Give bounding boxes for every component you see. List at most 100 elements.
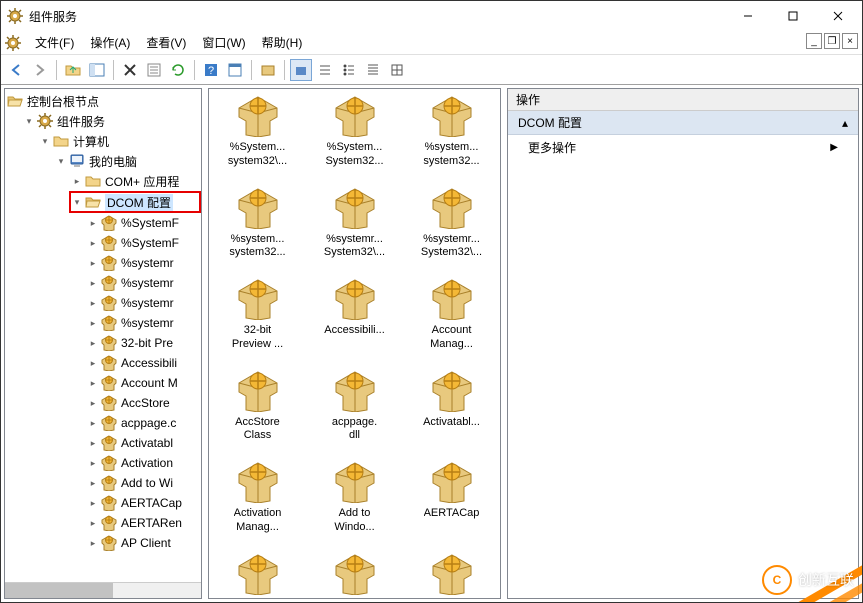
grid-item[interactable]: acppage. dll [308, 370, 401, 444]
menu-help[interactable]: 帮助(H) [254, 32, 311, 53]
tree-dcom-config[interactable]: ▾ DCOM 配置 [69, 191, 201, 213]
grid-item[interactable]: %System... System32... [308, 95, 401, 169]
component-icon [101, 395, 117, 411]
tree-item[interactable]: ▸%SystemF [85, 213, 201, 233]
grid-item[interactable]: Add to Windo... [308, 461, 401, 535]
chevron-right-icon[interactable]: ▸ [87, 457, 99, 469]
grid-item[interactable]: %systemr... System32\... [308, 187, 401, 261]
mdi-minimize-button[interactable]: _ [806, 33, 822, 49]
tree-item[interactable]: ▸%systemr [85, 293, 201, 313]
chevron-right-icon[interactable]: ▸ [87, 337, 99, 349]
view-mode-2-button[interactable] [314, 59, 336, 81]
grid-item[interactable]: Accessibili... [308, 278, 401, 352]
collapse-icon[interactable]: ▴ [842, 116, 848, 130]
chevron-right-icon[interactable]: ▸ [87, 477, 99, 489]
mdi-close-button[interactable]: × [842, 33, 858, 49]
chevron-right-icon[interactable]: ▸ [87, 217, 99, 229]
grid-item[interactable]: %System... system32\... [211, 95, 304, 169]
tree-item[interactable]: ▸%SystemF [85, 233, 201, 253]
grid-item[interactable]: Account Manag... [405, 278, 498, 352]
chevron-down-icon[interactable]: ▾ [39, 135, 51, 147]
chevron-right-icon[interactable]: ▸ [71, 175, 83, 187]
tree-com-apps[interactable]: ▸ COM+ 应用程 [69, 171, 201, 191]
delete-button[interactable] [119, 59, 141, 81]
view-mode-5-button[interactable] [386, 59, 408, 81]
view-mode-1-button[interactable] [290, 59, 312, 81]
grid-item[interactable]: AccStore Class [211, 370, 304, 444]
tree-item[interactable]: ▸%systemr [85, 313, 201, 333]
grid-item[interactable]: 32-bit Preview ... [211, 278, 304, 352]
chevron-down-icon[interactable]: ▾ [23, 115, 35, 127]
chevron-right-icon[interactable]: ▸ [87, 517, 99, 529]
component-icon [431, 95, 473, 137]
menu-view[interactable]: 查看(V) [138, 32, 194, 53]
chevron-right-icon[interactable]: ▸ [87, 377, 99, 389]
menu-file[interactable]: 文件(F) [27, 32, 82, 53]
help-button[interactable]: ? [200, 59, 222, 81]
chevron-right-icon[interactable]: ▸ [87, 357, 99, 369]
tree-item[interactable]: ▸Accessibili [85, 353, 201, 373]
mdi-restore-button[interactable]: ❐ [824, 33, 840, 49]
tree-item[interactable]: ▸acppage.c [85, 413, 201, 433]
refresh-button[interactable] [167, 59, 189, 81]
tree-item[interactable]: ▸AERTARen [85, 513, 201, 533]
grid-item[interactable]: Activation Manag... [211, 461, 304, 535]
tree-computers[interactable]: ▾ 计算机 [37, 131, 201, 151]
component-icon [431, 553, 473, 595]
grid-item[interactable]: %system... system32... [405, 95, 498, 169]
tree-item[interactable]: ▸Activatabl [85, 433, 201, 453]
minimize-button[interactable] [725, 2, 770, 30]
action-section-label: DCOM 配置 [518, 114, 582, 131]
show-hide-tree-button[interactable] [86, 59, 108, 81]
action-more[interactable]: 更多操作 ▶ [508, 135, 858, 160]
maximize-button[interactable] [770, 2, 815, 30]
grid-item[interactable]: %system... system32... [211, 187, 304, 261]
tree-scroll[interactable]: 控制台根节点 ▾ 组件服务 [5, 89, 201, 582]
tree-my-computer[interactable]: ▾ 我的电脑 [53, 151, 201, 171]
window-list-button[interactable] [224, 59, 246, 81]
chevron-right-icon[interactable]: ▸ [87, 317, 99, 329]
forward-button[interactable] [29, 59, 51, 81]
tree-item[interactable]: ▸32-bit Pre [85, 333, 201, 353]
content-scroll[interactable]: %System... system32\...%System... System… [209, 89, 500, 598]
chevron-down-icon[interactable]: ▾ [55, 155, 67, 167]
tree-item[interactable]: ▸AERTACap [85, 493, 201, 513]
menu-window[interactable]: 窗口(W) [194, 32, 253, 53]
grid-item[interactable]: %systemr... System32\... [405, 187, 498, 261]
chevron-right-icon[interactable]: ▸ [87, 417, 99, 429]
action-section[interactable]: DCOM 配置 ▴ [508, 111, 858, 135]
chevron-right-icon[interactable]: ▸ [87, 277, 99, 289]
chevron-right-icon[interactable]: ▸ [87, 437, 99, 449]
tree-item[interactable]: ▸Activation [85, 453, 201, 473]
tree-item[interactable]: ▸Add to Wi [85, 473, 201, 493]
chevron-right-icon[interactable]: ▸ [87, 237, 99, 249]
tree-root[interactable]: 控制台根节点 [5, 91, 201, 111]
properties-button[interactable] [143, 59, 165, 81]
grid-item[interactable]: AP Client HxHelpPa... [308, 553, 401, 599]
grid-item[interactable]: AERTARen [211, 553, 304, 599]
tree-component-services[interactable]: ▾ 组件服务 [21, 111, 201, 131]
tree-item[interactable]: ▸AP Client [85, 533, 201, 553]
tree-item[interactable]: ▸%systemr [85, 253, 201, 273]
grid-item[interactable]: Activatabl... [405, 370, 498, 444]
back-button[interactable] [5, 59, 27, 81]
chevron-right-icon[interactable]: ▸ [87, 257, 99, 269]
component-button[interactable] [257, 59, 279, 81]
tree-item[interactable]: ▸AccStore [85, 393, 201, 413]
tree-item[interactable]: ▸%systemr [85, 273, 201, 293]
view-mode-4-button[interactable] [362, 59, 384, 81]
close-button[interactable] [815, 2, 860, 30]
grid-item[interactable]: AERTACap [405, 461, 498, 535]
chevron-right-icon[interactable]: ▸ [87, 297, 99, 309]
chevron-right-icon[interactable]: ▸ [87, 397, 99, 409]
menu-action[interactable]: 操作(A) [82, 32, 138, 53]
chevron-right-icon[interactable]: ▸ [87, 537, 99, 549]
chevron-down-icon[interactable]: ▾ [71, 196, 83, 208]
view-mode-3-button[interactable] [338, 59, 360, 81]
up-button[interactable] [62, 59, 84, 81]
grid-item[interactable]: APlayer3 [405, 553, 498, 599]
horizontal-scrollbar[interactable] [5, 582, 201, 598]
chevron-right-icon[interactable]: ▸ [87, 497, 99, 509]
tree-item[interactable]: ▸Account M [85, 373, 201, 393]
component-icon [334, 553, 376, 595]
